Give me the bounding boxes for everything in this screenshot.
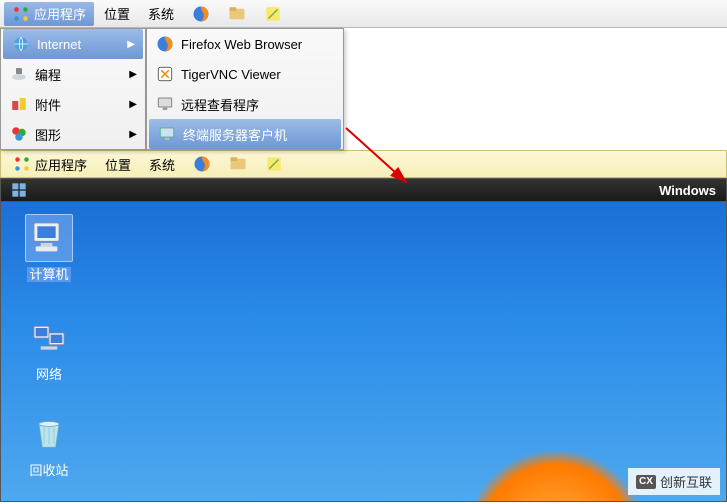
menu-item-graphics[interactable]: 图形 ▶ (1, 119, 145, 149)
menu-item-programming-label: 编程 (35, 65, 61, 84)
menu2-applications[interactable]: 应用程序 (5, 152, 95, 176)
menu2-system-label: 系统 (149, 155, 175, 174)
desktop-icon-recyclebin[interactable]: 回收站 (13, 410, 85, 479)
remote-desktop[interactable]: 计算机 网络 回收站 CX 创新互联 (0, 202, 727, 502)
watermark: CX 创新互联 (628, 468, 720, 495)
desktop-icon-network[interactable]: 网络 (13, 314, 85, 383)
menu-item-programming[interactable]: 编程 ▶ (1, 59, 145, 89)
menu-item-accessories[interactable]: 附件 ▶ (1, 89, 145, 119)
menu2-system[interactable]: 系统 (141, 152, 183, 176)
window-icon (11, 182, 27, 198)
menu-item-tigervnc-label: TigerVNC Viewer (181, 67, 281, 82)
window-titlebar[interactable]: Windows (0, 178, 727, 202)
menu-item-terminal-server-client[interactable]: 终端服务器客户机 (149, 119, 341, 149)
chevron-right-icon: ▶ (129, 69, 137, 80)
recyclebin-icon (25, 410, 73, 458)
desktop-icon-network-label: 网络 (36, 367, 62, 382)
applications-submenu: Internet ▶ 编程 ▶ 附件 ▶ 图形 ▶ (0, 28, 146, 150)
firefox-icon (193, 155, 211, 173)
apps-icon (13, 155, 31, 173)
menu-places-label: 位置 (104, 4, 130, 23)
terminal-client-icon (157, 124, 177, 144)
menu-item-graphics-label: 图形 (35, 125, 61, 144)
desktop-icon-computer[interactable]: 计算机 (13, 214, 85, 283)
menu-item-remote-viewer[interactable]: 远程查看程序 (147, 89, 343, 119)
accessories-icon (9, 94, 29, 114)
launcher2-files[interactable] (221, 152, 255, 176)
chevron-right-icon: ▶ (129, 99, 137, 110)
chevron-right-icon: ▶ (127, 39, 135, 50)
notes-icon (264, 5, 282, 23)
window-title: Windows (659, 183, 716, 198)
globe-icon (11, 34, 31, 54)
launcher-notes[interactable] (256, 2, 290, 26)
menu-item-accessories-label: 附件 (35, 95, 61, 114)
menu-item-remote-viewer-label: 远程查看程序 (181, 95, 259, 114)
menu-system[interactable]: 系统 (140, 2, 182, 26)
menu-system-label: 系统 (148, 4, 174, 23)
menu-applications[interactable]: 应用程序 (4, 2, 94, 26)
watermark-logo-icon: CX (636, 475, 656, 489)
firefox-icon (155, 34, 175, 54)
launcher-files[interactable] (220, 2, 254, 26)
launcher2-firefox[interactable] (185, 152, 219, 176)
launcher2-notes[interactable] (257, 152, 291, 176)
chevron-right-icon: ▶ (129, 129, 137, 140)
menu2-applications-label: 应用程序 (35, 155, 87, 174)
watermark-text: 创新互联 (660, 472, 712, 491)
wallpaper-glow (466, 451, 646, 502)
network-icon (25, 314, 73, 362)
computer-icon (25, 214, 73, 262)
vnc-session: 应用程序 位置 系统 Windows (0, 150, 727, 502)
dev-icon (9, 64, 29, 84)
menu2-places-label: 位置 (105, 155, 131, 174)
menu-places[interactable]: 位置 (96, 2, 138, 26)
menu-item-firefox[interactable]: Firefox Web Browser (147, 29, 343, 59)
desktop-icon-computer-label: 计算机 (27, 267, 70, 282)
menu-item-internet-label: Internet (37, 37, 81, 52)
menu-item-firefox-label: Firefox Web Browser (181, 37, 302, 52)
launcher-firefox[interactable] (184, 2, 218, 26)
folder-icon (228, 5, 246, 23)
notes-icon (265, 155, 283, 173)
apps-icon (12, 5, 30, 23)
menu-item-terminal-server-client-label: 终端服务器客户机 (183, 125, 287, 144)
menu-item-internet[interactable]: Internet ▶ (3, 29, 143, 59)
desktop-icon-recyclebin-label: 回收站 (29, 463, 68, 478)
monitor-icon (155, 94, 175, 114)
menu2-places[interactable]: 位置 (97, 152, 139, 176)
top-panel: 应用程序 位置 系统 (0, 0, 727, 28)
menu-applications-label: 应用程序 (34, 4, 86, 23)
folder-icon (229, 155, 247, 173)
menu-item-tigervnc[interactable]: TigerVNC Viewer (147, 59, 343, 89)
firefox-icon (192, 5, 210, 23)
vnc-icon (155, 64, 175, 84)
graphics-icon (9, 124, 29, 144)
second-panel: 应用程序 位置 系统 (0, 150, 727, 178)
internet-submenu: Firefox Web Browser TigerVNC Viewer 远程查看… (146, 28, 344, 150)
